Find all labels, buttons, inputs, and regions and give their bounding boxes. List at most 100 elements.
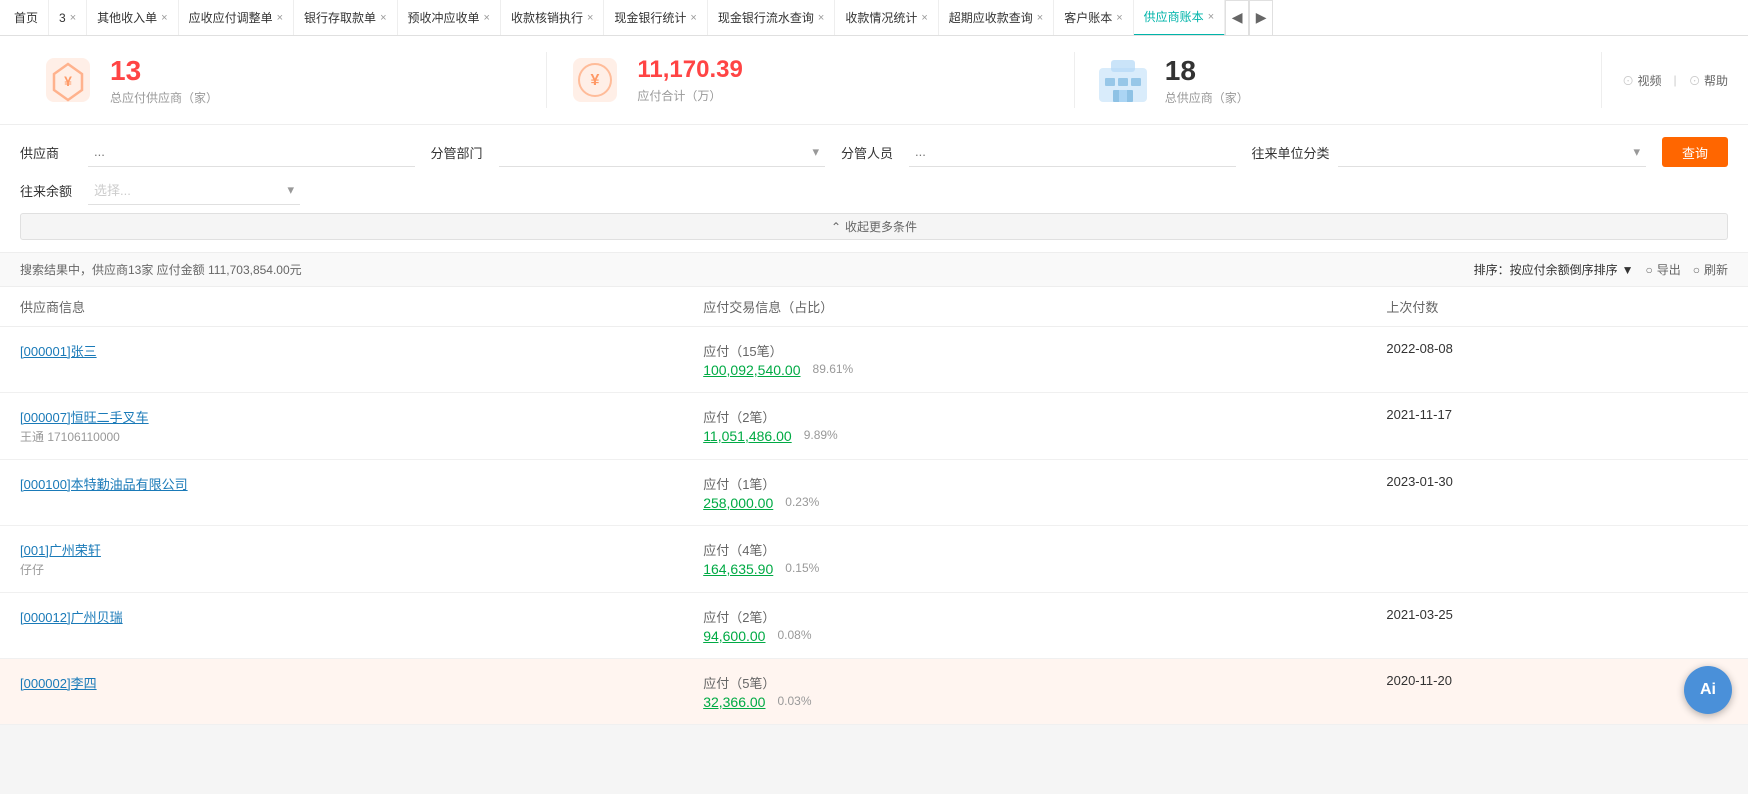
table-row: [000012]广州贝瑞 应付（2笔） 94,600.00 0.08% 2021… xyxy=(0,593,1748,659)
filter-row-2: 往来余额 选择... ▾ xyxy=(20,175,1728,205)
transaction-label-2: 应付（2笔） xyxy=(703,407,1386,426)
transaction-amount-6[interactable]: 32,366.00 xyxy=(703,694,765,710)
filter-item-balance: 往来余额 选择... ▾ xyxy=(20,175,300,205)
person-filter-label: 分管人员 xyxy=(841,143,901,162)
last-pay-cell-2: 2021-11-17 xyxy=(1386,407,1728,422)
ap-suppliers-label: 总应付供应商（家） xyxy=(110,89,526,106)
nav-tab-ap-adjust-close[interactable]: × xyxy=(277,12,283,24)
nav-tab-3-label: 3 xyxy=(59,11,66,25)
nav-tab-supplier[interactable]: 供应商账本 × xyxy=(1134,0,1225,36)
ai-button[interactable]: Ai xyxy=(1684,666,1732,714)
total-suppliers-number: 18 xyxy=(1165,54,1581,88)
balance-filter-select[interactable]: 选择... ▾ xyxy=(88,175,300,205)
nav-tab-advance-offset-close[interactable]: × xyxy=(484,12,490,24)
ap-total-icon: ¥ xyxy=(567,52,623,108)
nav-tab-collection-stat-close[interactable]: × xyxy=(921,12,927,24)
sort-dropdown[interactable]: 排序：按应付余额倒序排序 ▼ xyxy=(1474,261,1634,278)
supplier-filter-input[interactable] xyxy=(88,137,415,167)
dept-filter-label: 分管部门 xyxy=(431,143,491,162)
nav-tab-3-close[interactable]: × xyxy=(70,12,76,24)
transaction-pct-6: 0.03% xyxy=(777,694,811,708)
nav-tab-advance-offset-label: 预收冲应收单 xyxy=(408,9,480,26)
data-table: 供应商信息 应付交易信息（占比） 上次付数 [000001]张三 应付（15笔）… xyxy=(0,287,1748,725)
total-suppliers-label: 总供应商（家） xyxy=(1165,89,1581,106)
supplier-link-3[interactable]: [000100]本特勤油品有限公司 xyxy=(20,477,188,492)
transaction-amount-1[interactable]: 100,092,540.00 xyxy=(703,362,800,378)
ap-total-label: 应付合计（万） xyxy=(637,87,1053,104)
category-filter-label: 往来单位分类 xyxy=(1252,143,1330,162)
filter-row-1: 供应商 分管部门 ▾ 分管人员 往来单位分类 ▾ 查询 xyxy=(20,137,1728,167)
person-filter-input[interactable] xyxy=(909,137,1236,167)
filter-item-dept: 分管部门 ▾ xyxy=(431,137,826,167)
nav-tab-advance-offset[interactable]: 预收冲应收单 × xyxy=(398,0,501,36)
export-label: 导出 xyxy=(1657,261,1681,278)
nav-tab-cash-bank-flow-close[interactable]: × xyxy=(818,12,824,24)
nav-tab-other-income-label: 其他收入单 xyxy=(97,9,157,26)
nav-tab-collection-stat[interactable]: 收款情况统计 × xyxy=(835,0,938,36)
supplier-link-1[interactable]: [000001]张三 xyxy=(20,344,97,359)
nav-tab-verify-close[interactable]: × xyxy=(587,12,593,24)
nav-arrow-right[interactable]: ▶ xyxy=(1249,0,1273,36)
result-actions: 排序：按应付余额倒序排序 ▼ ○ 导出 ○ 刷新 xyxy=(1474,261,1728,278)
nav-tab-cash-bank-flow[interactable]: 现金银行流水查询 × xyxy=(708,0,835,36)
nav-tab-other-income[interactable]: 其他收入单 × xyxy=(87,0,178,36)
nav-tab-cash-bank-stat[interactable]: 现金银行统计 × xyxy=(604,0,707,36)
export-button[interactable]: ○ 导出 xyxy=(1645,261,1680,278)
nav-tab-customer-close[interactable]: × xyxy=(1116,12,1122,24)
nav-arrow-left[interactable]: ◀ xyxy=(1225,0,1249,36)
transaction-label-4: 应付（4笔） xyxy=(703,540,1386,559)
transaction-amount-4[interactable]: 164,635.90 xyxy=(703,561,773,577)
supplier-cell-6: [000002]李四 xyxy=(20,673,703,692)
search-button[interactable]: 查询 xyxy=(1662,137,1728,167)
refresh-label: 刷新 xyxy=(1704,261,1728,278)
supplier-link-6[interactable]: [000002]李四 xyxy=(20,676,97,691)
nav-tab-home-label: 首页 xyxy=(14,9,38,26)
table-header: 供应商信息 应付交易信息（占比） 上次付数 xyxy=(0,287,1748,327)
ap-total-info: 11,170.39 应付合计（万） xyxy=(637,56,1053,104)
supplier-cell-5: [000012]广州贝瑞 xyxy=(20,607,703,626)
refresh-button[interactable]: ○ 刷新 xyxy=(1693,261,1728,278)
nav-tab-verify[interactable]: 收款核销执行 × xyxy=(501,0,604,36)
nav-tab-cash-bank-stat-close[interactable]: × xyxy=(690,12,696,24)
result-bar: 搜索结果中，供应商13家 应付金额 111,703,854.00元 排序：按应付… xyxy=(0,253,1748,287)
nav-tab-customer[interactable]: 客户账本 × xyxy=(1054,0,1133,36)
supplier-link-4[interactable]: [001]广州荣轩 xyxy=(20,543,101,558)
nav-tab-overdue-close[interactable]: × xyxy=(1037,12,1043,24)
transaction-cell-4: 应付（4笔） 164,635.90 0.15% xyxy=(703,540,1386,577)
video-link[interactable]: ⊙ 视频 xyxy=(1622,72,1661,89)
nav-tab-collection-stat-label: 收款情况统计 xyxy=(845,9,917,26)
nav-tab-other-income-close[interactable]: × xyxy=(161,12,167,24)
supplier-link-2[interactable]: [000007]恒旺二手叉车 xyxy=(20,410,149,425)
transaction-amount-3[interactable]: 258,000.00 xyxy=(703,495,773,511)
transaction-amount-2[interactable]: 11,051,486.00 xyxy=(703,428,792,444)
category-filter-select[interactable]: ▾ xyxy=(1338,137,1646,167)
total-suppliers-icon xyxy=(1095,52,1151,108)
nav-tab-supplier-close[interactable]: × xyxy=(1208,11,1214,23)
summary-card-ap-total: ¥ 11,170.39 应付合计（万） xyxy=(547,52,1074,108)
col-header-supplier: 供应商信息 xyxy=(20,297,703,316)
transaction-amount-5[interactable]: 94,600.00 xyxy=(703,628,765,644)
nav-tab-customer-label: 客户账本 xyxy=(1064,9,1112,26)
question-icon: ⊙ xyxy=(1689,74,1701,88)
transaction-cell-1: 应付（15笔） 100,092,540.00 89.61% xyxy=(703,341,1386,378)
transaction-pct-4: 0.15% xyxy=(785,561,819,575)
dept-filter-select[interactable]: ▾ xyxy=(499,137,826,167)
nav-tab-bank-deposit[interactable]: 银行存取款单 × xyxy=(294,0,397,36)
help-link[interactable]: ⊙ 帮助 xyxy=(1689,72,1728,89)
collapse-label: 收起更多条件 xyxy=(845,218,917,235)
summary-card-ap-suppliers: ¥ 13 总应付供应商（家） xyxy=(20,52,547,108)
filter-item-person: 分管人员 xyxy=(841,137,1236,167)
transaction-cell-6: 应付（5笔） 32,366.00 0.03% xyxy=(703,673,1386,710)
collapse-button[interactable]: ⌃ 收起更多条件 xyxy=(20,213,1728,240)
transaction-cell-3: 应付（1笔） 258,000.00 0.23% xyxy=(703,474,1386,511)
last-pay-cell-3: 2023-01-30 xyxy=(1386,474,1728,489)
nav-tab-overdue[interactable]: 超期应收款查询 × xyxy=(939,0,1054,36)
nav-tab-verify-label: 收款核销执行 xyxy=(511,9,583,26)
nav-tab-overdue-label: 超期应收款查询 xyxy=(949,9,1033,26)
nav-tab-ap-adjust[interactable]: 应收应付调整单 × xyxy=(179,0,294,36)
supplier-link-5[interactable]: [000012]广州贝瑞 xyxy=(20,610,123,625)
nav-tab-3[interactable]: 3 × xyxy=(49,0,87,36)
nav-tab-bank-deposit-close[interactable]: × xyxy=(380,12,386,24)
video-label: 视频 xyxy=(1637,74,1661,88)
nav-tab-home[interactable]: 首页 xyxy=(4,0,49,36)
